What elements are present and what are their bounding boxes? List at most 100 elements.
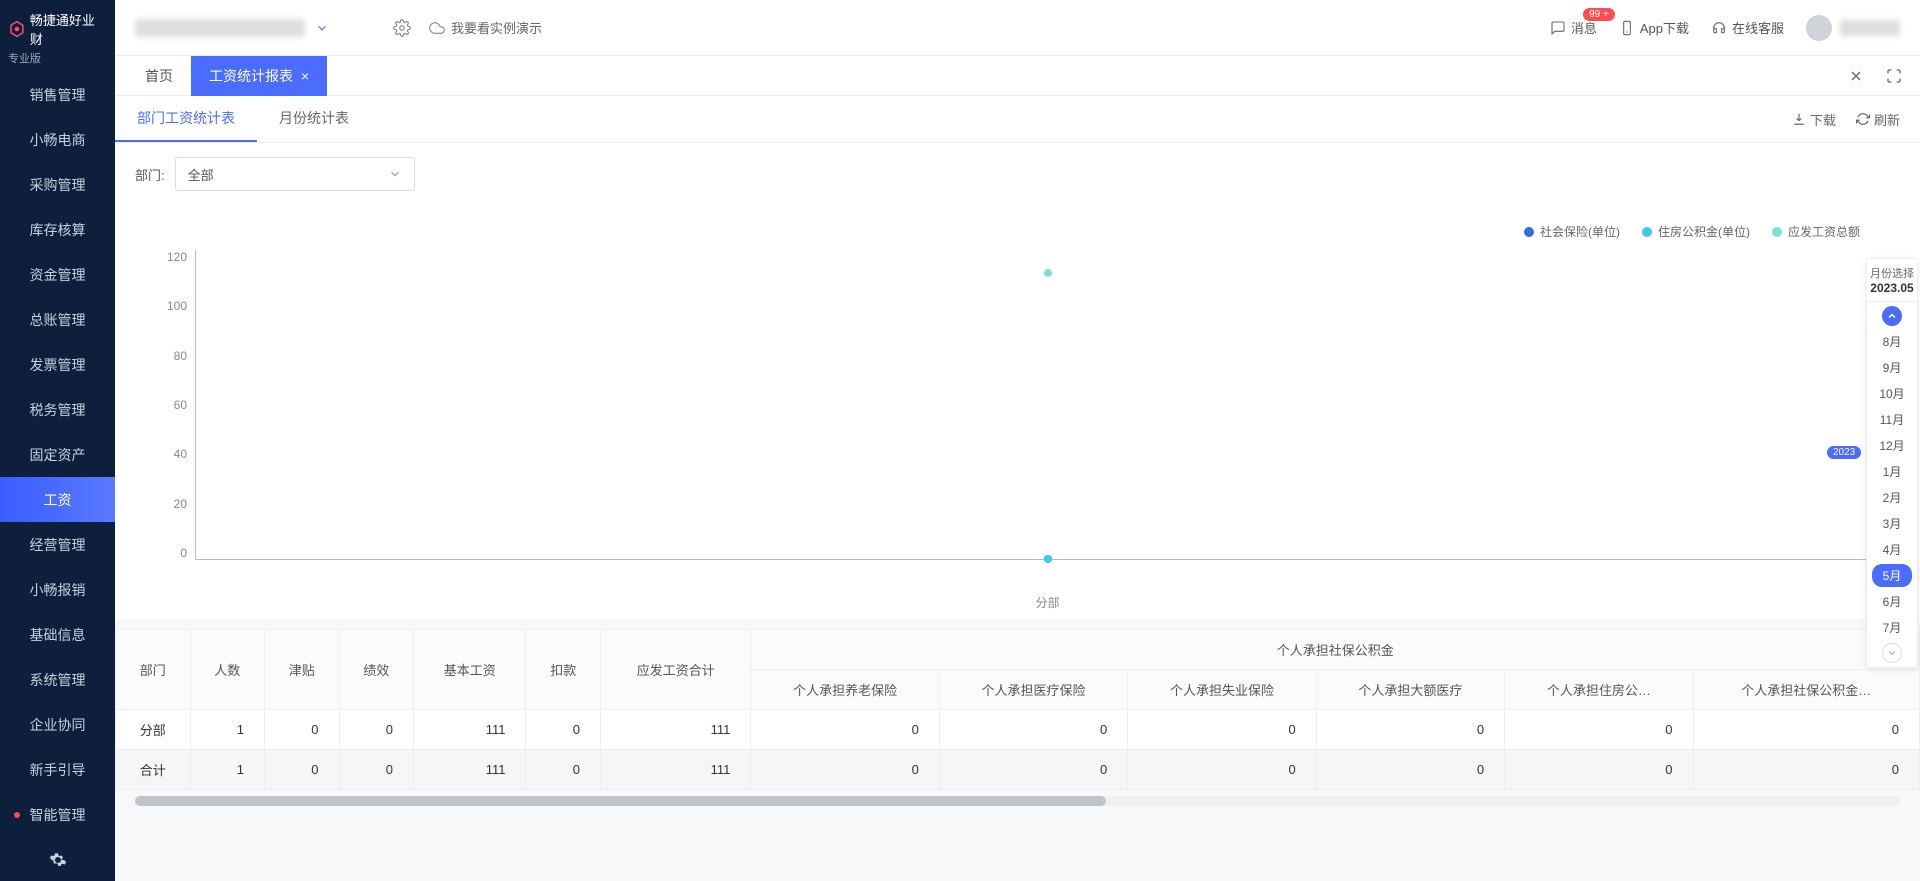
- page-tab-1[interactable]: 工资统计报表×: [191, 56, 327, 96]
- sidebar-item-0[interactable]: 销售管理: [0, 72, 115, 117]
- page-tab-0[interactable]: 首页: [127, 56, 191, 96]
- col-header: 个人承担医疗保险: [939, 670, 1127, 710]
- sidebar-item-label: 库存核算: [30, 220, 86, 240]
- month-picker: 月份选择 2023.05 2023 8月9月10月11月12月1月2月3月4月5…: [1866, 258, 1918, 668]
- sidebar-item-8[interactable]: 固定资产: [0, 432, 115, 477]
- sidebar-item-label: 采购管理: [30, 175, 86, 195]
- cell: 111: [414, 710, 526, 750]
- sidebar-item-9[interactable]: 工资: [0, 477, 115, 522]
- brand-icon: [8, 20, 26, 38]
- inner-tabs: 部门工资统计表月份统计表: [115, 96, 371, 142]
- chart-x-label: 分部: [135, 594, 1900, 611]
- table-row: 分部1001110111000000: [116, 710, 1920, 750]
- col-header: 人数: [190, 630, 265, 710]
- y-tick: 20: [174, 497, 187, 511]
- month-item[interactable]: 9月: [1872, 356, 1912, 379]
- sidebar-item-14[interactable]: 企业协同: [0, 702, 115, 747]
- brand-name: 畅捷通好业财: [30, 10, 107, 48]
- avatar: [1806, 15, 1832, 41]
- legend-label: 住房公积金(单位): [1658, 223, 1750, 240]
- messages-button[interactable]: 消息 99 +: [1550, 18, 1597, 37]
- sidebar-item-11[interactable]: 小畅报销: [0, 567, 115, 612]
- online-service-button[interactable]: 在线客服: [1711, 18, 1784, 37]
- month-item[interactable]: 10月: [1872, 382, 1912, 405]
- sidebar-item-5[interactable]: 总账管理: [0, 297, 115, 342]
- sidebar-item-label: 小畅电商: [30, 130, 86, 150]
- cell-dept: 合计: [116, 750, 191, 790]
- username: [1840, 20, 1900, 36]
- col-header: 个人承担住房公…: [1505, 670, 1693, 710]
- sidebar-nav: 销售管理小畅电商采购管理库存核算资金管理总账管理发票管理税务管理固定资产工资经营…: [0, 72, 115, 839]
- inner-tab-0[interactable]: 部门工资统计表: [115, 96, 257, 142]
- month-item[interactable]: 7月: [1872, 616, 1912, 639]
- department-select[interactable]: 全部: [175, 157, 415, 191]
- cell: 1: [190, 710, 265, 750]
- close-all-tabs-button[interactable]: [1842, 62, 1870, 90]
- inner-tab-1[interactable]: 月份统计表: [257, 96, 371, 142]
- sidebar-item-6[interactable]: 发票管理: [0, 342, 115, 387]
- sidebar-item-4[interactable]: 资金管理: [0, 252, 115, 297]
- legend-dot: [1524, 227, 1534, 237]
- cell-dept: 分部: [116, 710, 191, 750]
- month-item[interactable]: 11月: [1872, 408, 1912, 431]
- company-selector[interactable]: [135, 19, 375, 37]
- cell: 111: [600, 710, 750, 750]
- horizontal-scrollbar[interactable]: [135, 796, 1900, 806]
- download-button[interactable]: 下载: [1792, 110, 1836, 129]
- legend-item[interactable]: 社会保险(单位): [1524, 223, 1620, 240]
- sidebar-item-label: 销售管理: [30, 85, 86, 105]
- month-item[interactable]: 6月: [1872, 590, 1912, 613]
- sidebar-item-label: 小畅报销: [30, 580, 86, 600]
- salary-table: 部门人数津贴绩效基本工资扣款应发工资合计个人承担社保公积金个人承担养老保险个人承…: [115, 629, 1920, 790]
- settings-outline-icon[interactable]: [393, 19, 411, 37]
- demo-link-label: 我要看实例演示: [451, 18, 542, 37]
- cell: 0: [1505, 750, 1693, 790]
- sidebar-item-17[interactable]: 应用中心: [0, 837, 115, 839]
- app-download-button[interactable]: App下载: [1619, 18, 1689, 37]
- sidebar-item-2[interactable]: 采购管理: [0, 162, 115, 207]
- month-picker-title: 月份选择: [1870, 268, 1914, 280]
- month-item[interactable]: 3月: [1872, 512, 1912, 535]
- sidebar-item-10[interactable]: 经营管理: [0, 522, 115, 567]
- refresh-button[interactable]: 刷新: [1856, 110, 1900, 129]
- chevron-up-icon: [1886, 310, 1898, 322]
- legend-item[interactable]: 住房公积金(单位): [1642, 223, 1750, 240]
- filter-label: 部门:: [135, 165, 165, 184]
- cell: 1: [190, 750, 265, 790]
- month-next-button[interactable]: [1882, 643, 1902, 663]
- fullscreen-button[interactable]: [1880, 62, 1908, 90]
- legend-item[interactable]: 应发工资总额: [1772, 223, 1860, 240]
- month-item[interactable]: 4月: [1872, 538, 1912, 561]
- month-item[interactable]: 2月: [1872, 486, 1912, 509]
- month-item[interactable]: 5月: [1872, 564, 1912, 587]
- sidebar-item-7[interactable]: 税务管理: [0, 387, 115, 432]
- filter-row: 部门: 全部: [115, 143, 1920, 205]
- sidebar-item-13[interactable]: 系统管理: [0, 657, 115, 702]
- col-header: 基本工资: [414, 630, 526, 710]
- settings-icon[interactable]: [49, 851, 67, 869]
- sidebar-item-12[interactable]: 基础信息: [0, 612, 115, 657]
- sidebar-item-15[interactable]: 新手引导: [0, 747, 115, 792]
- sidebar-item-1[interactable]: 小畅电商: [0, 117, 115, 162]
- user-menu[interactable]: [1806, 15, 1900, 41]
- cell: 0: [265, 750, 340, 790]
- month-prev-button[interactable]: [1882, 306, 1902, 326]
- department-select-value: 全部: [188, 165, 214, 184]
- month-item[interactable]: 8月: [1872, 330, 1912, 353]
- sidebar-item-16[interactable]: 智能管理: [0, 792, 115, 837]
- chart-point: [1044, 269, 1052, 277]
- chart-card: 社会保险(单位)住房公积金(单位)应发工资总额 120100806040200 …: [115, 205, 1920, 619]
- chart-plot: [195, 250, 1900, 560]
- sidebar-item-label: 总账管理: [30, 310, 86, 330]
- tab-close-button[interactable]: ×: [301, 68, 309, 84]
- month-item[interactable]: 12月: [1872, 434, 1912, 457]
- cell: 111: [600, 750, 750, 790]
- cell: 0: [1693, 710, 1919, 750]
- y-tick: 100: [167, 299, 187, 313]
- sidebar-item-label: 系统管理: [30, 670, 86, 690]
- chevron-down-icon: [1886, 647, 1898, 659]
- month-item[interactable]: 1月: [1872, 460, 1912, 483]
- demo-link[interactable]: 我要看实例演示: [429, 18, 542, 37]
- sidebar-item-3[interactable]: 库存核算: [0, 207, 115, 252]
- app-download-label: App下载: [1640, 18, 1689, 37]
